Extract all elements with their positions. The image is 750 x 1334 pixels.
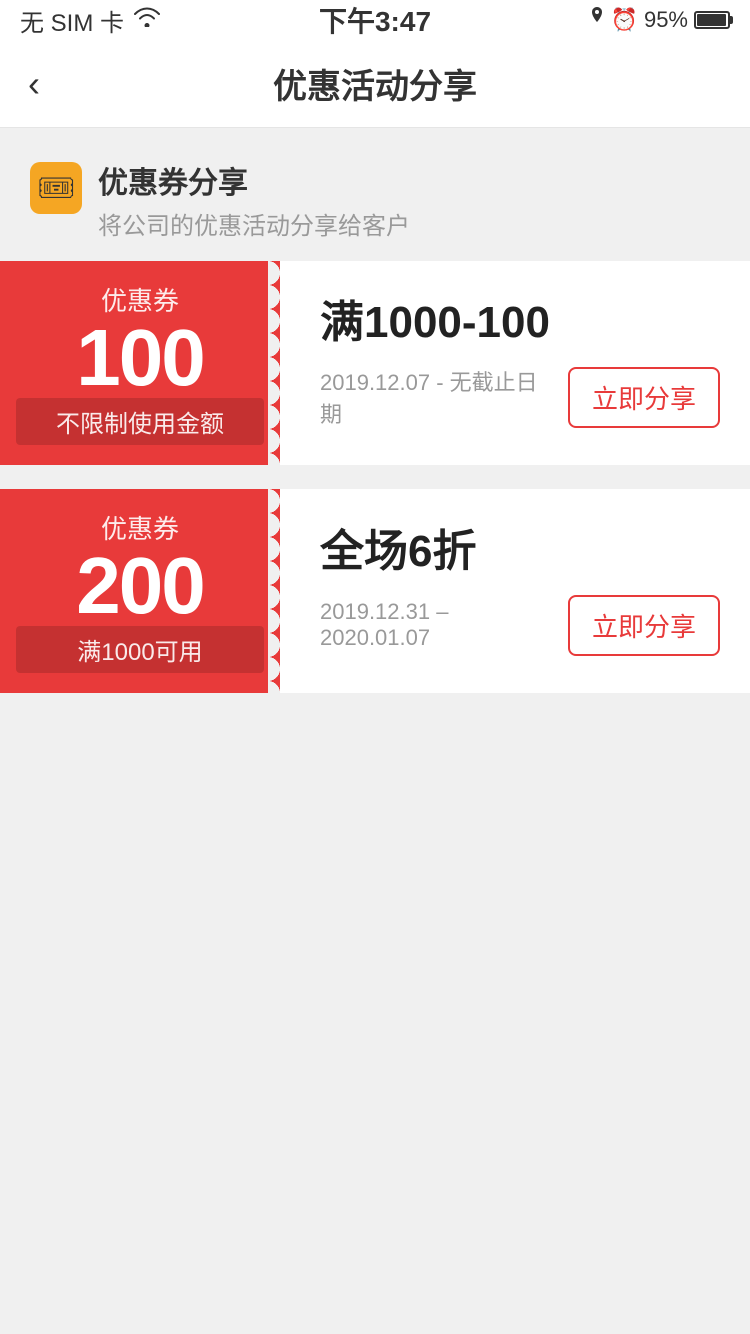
status-bar-left: 无 SIM 卡 — [20, 3, 160, 38]
coupon-meta: 2019.12.31 – 2020.01.07 立即分享 — [320, 595, 720, 656]
coupon-left: 优惠券 200 满1000可用 — [0, 489, 280, 693]
section-text: 优惠券分享 将公司的优惠活动分享给客户 — [98, 158, 410, 241]
coupon-share-button[interactable]: 立即分享 — [568, 367, 720, 428]
coupon-right: 全场6折 2019.12.31 – 2020.01.07 立即分享 — [280, 489, 750, 693]
coupon-name: 满1000-100 — [320, 297, 720, 350]
coupon-condition: 满1000可用 — [16, 626, 264, 673]
coupon-list: 优惠券 100 不限制使用金额 满1000-100 2019.12.07 - 无… — [0, 261, 750, 757]
coupon-left: 优惠券 100 不限制使用金额 — [0, 261, 280, 465]
coupon-value: 100 — [76, 318, 203, 398]
coupon-meta: 2019.12.07 - 无截止日期 立即分享 — [320, 365, 720, 429]
coupon-date: 2019.12.31 – 2020.01.07 — [320, 599, 558, 651]
section-subtitle: 将公司的优惠活动分享给客户 — [98, 206, 410, 241]
battery-percent: 95% — [644, 7, 688, 33]
coupon-card: 优惠券 100 不限制使用金额 满1000-100 2019.12.07 - 无… — [0, 261, 750, 465]
coupon-value: 200 — [76, 546, 203, 626]
wifi-icon — [134, 6, 160, 34]
coupon-name: 全场6折 — [320, 526, 720, 579]
status-bar: 无 SIM 卡 下午3:47 ⏰ 95% — [0, 0, 750, 40]
section-title: 优惠券分享 — [98, 158, 410, 202]
coupon-right: 满1000-100 2019.12.07 - 无截止日期 立即分享 — [280, 261, 750, 465]
nav-title: 优惠活动分享 — [273, 59, 477, 108]
location-icon — [589, 7, 605, 33]
coupon-condition: 不限制使用金额 — [16, 398, 264, 445]
alarm-icon: ⏰ — [611, 7, 638, 33]
status-bar-time: 下午3:47 — [319, 0, 431, 40]
section-header: 🎟 优惠券分享 将公司的优惠活动分享给客户 — [0, 128, 750, 261]
status-bar-right: ⏰ 95% — [589, 7, 730, 33]
coupon-share-button[interactable]: 立即分享 — [568, 595, 720, 656]
nav-bar: ‹ 优惠活动分享 — [0, 40, 750, 128]
coupon-date: 2019.12.07 - 无截止日期 — [320, 365, 558, 429]
carrier-text: 无 SIM 卡 — [20, 3, 124, 38]
section-icon: 🎟 — [30, 162, 82, 214]
battery-icon — [694, 11, 730, 29]
back-button[interactable]: ‹ — [28, 63, 40, 105]
coupon-card: 优惠券 200 满1000可用 全场6折 2019.12.31 – 2020.0… — [0, 489, 750, 693]
